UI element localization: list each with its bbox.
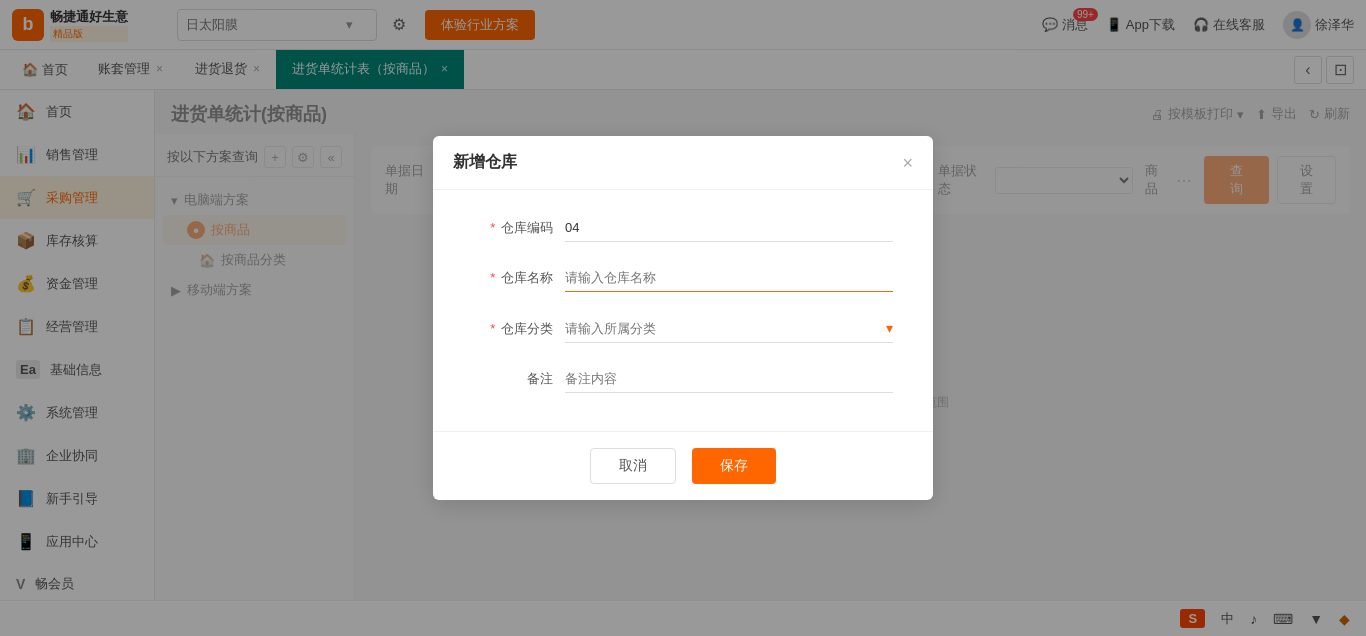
notes-label: 备注 <box>473 370 553 388</box>
dialog-body: * 仓库编码 * 仓库名称 * 仓库分类 <box>433 190 933 431</box>
category-select-row: ▾ <box>565 314 893 343</box>
required-star-category: * <box>490 321 495 336</box>
cancel-button[interactable]: 取消 <box>590 448 676 484</box>
form-row-code: * 仓库编码 <box>473 214 893 242</box>
form-row-category: * 仓库分类 ▾ <box>473 314 893 343</box>
dialog-header: 新增仓库 × <box>433 136 933 190</box>
dialog-footer: 取消 保存 <box>433 431 933 500</box>
warehouse-name-input[interactable] <box>565 264 893 292</box>
dialog-title: 新增仓库 <box>453 152 517 173</box>
form-row-name: * 仓库名称 <box>473 264 893 292</box>
modal-overlay: 新增仓库 × * 仓库编码 * 仓库名称 <box>0 0 1366 636</box>
name-label: * 仓库名称 <box>473 269 553 287</box>
required-star-code: * <box>490 220 495 235</box>
category-dropdown-icon[interactable]: ▾ <box>886 320 893 336</box>
save-button[interactable]: 保存 <box>692 448 776 484</box>
dialog-close-btn[interactable]: × <box>902 154 913 172</box>
required-star-name: * <box>490 270 495 285</box>
warehouse-code-input[interactable] <box>565 214 893 242</box>
category-input[interactable] <box>565 321 886 336</box>
new-warehouse-dialog: 新增仓库 × * 仓库编码 * 仓库名称 <box>433 136 933 500</box>
form-row-notes: 备注 <box>473 365 893 393</box>
category-label: * 仓库分类 <box>473 320 553 338</box>
code-label: * 仓库编码 <box>473 219 553 237</box>
notes-input[interactable] <box>565 365 893 393</box>
